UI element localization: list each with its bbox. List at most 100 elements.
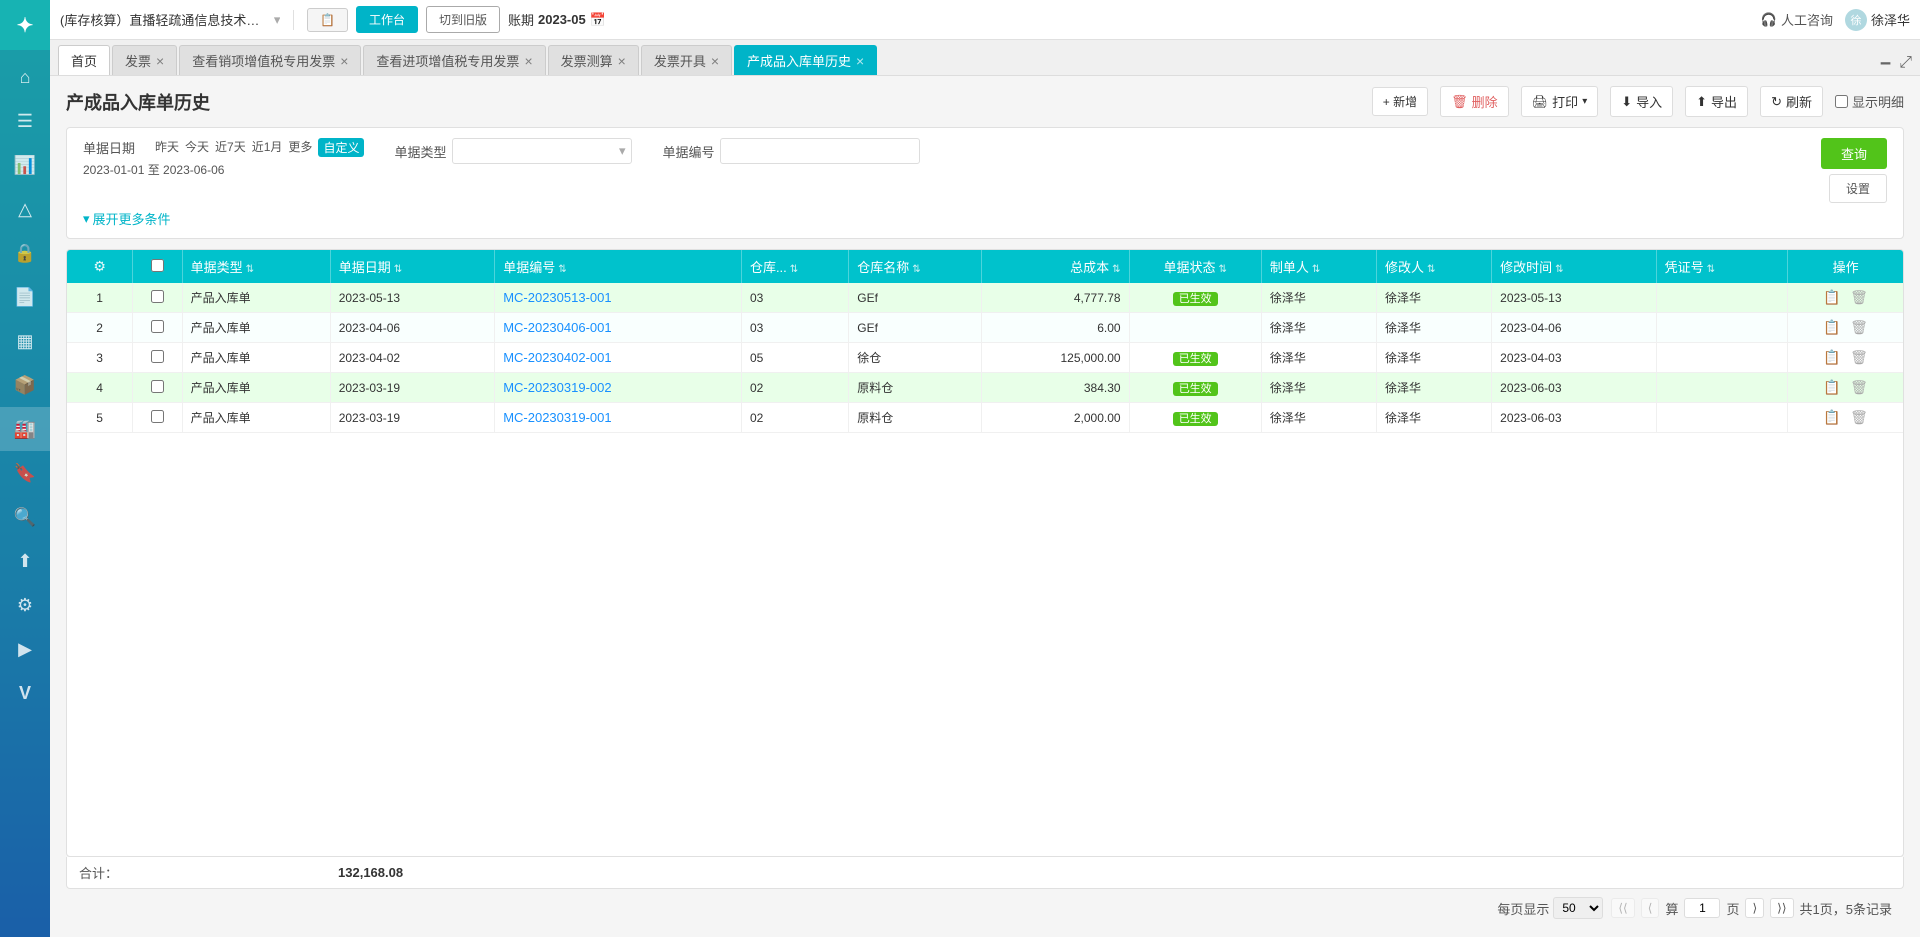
col-header-warehouse-name[interactable]: 仓库名称⇅ [849,250,981,283]
show-detail-checkbox[interactable] [1835,95,1848,108]
cell-doc-no-3[interactable]: MC-20230319-002 [495,373,742,403]
select-all-checkbox[interactable] [151,259,164,272]
sidebar-item-warehouse[interactable]: 📦 [0,363,50,407]
import-btn[interactable]: ⬇ 导入 [1610,86,1673,117]
per-page-select[interactable]: 20 50 100 [1553,897,1603,919]
col-header-status[interactable]: 单据状态⇅ [1129,250,1261,283]
switch-version-btn[interactable]: 切到旧版 [426,6,500,33]
print-btn[interactable]: 🖨 打印 [1521,86,1599,117]
copy-doc-btn[interactable]: 📋 [307,8,348,32]
doc-no-link-2[interactable]: MC-20230402-001 [503,350,611,365]
row-checkbox-2[interactable] [151,350,164,363]
edit-btn-2[interactable]: 📋 [1820,349,1843,365]
cell-check-3[interactable] [133,373,182,403]
tab-maximize-btn[interactable]: ⤢ [1899,55,1912,71]
tab-invoice-close[interactable]: × [156,54,164,68]
tab-view-input-vat[interactable]: 查看进项增值税专用发票 × [363,45,545,75]
sidebar-item-product[interactable]: 🏭 [0,407,50,451]
workspace-btn[interactable]: 工作台 [356,6,418,33]
tab-product-warehouse[interactable]: 产成品入库单历史 × [734,45,877,75]
delete-row-btn-0[interactable]: 🗑 [1847,289,1871,305]
row-checkbox-0[interactable] [151,290,164,303]
cell-doc-no-1[interactable]: MC-20230406-001 [495,313,742,343]
col-header-mod-date[interactable]: 修改时间⇅ [1492,250,1657,283]
tab-minimize-btn[interactable]: 🗕 [1880,55,1891,71]
delete-row-btn-3[interactable]: 🗑 [1847,379,1871,395]
col-header-doc-no[interactable]: 单据编号⇅ [495,250,742,283]
col-header-doc-date[interactable]: 单据日期⇅ [330,250,495,283]
row-checkbox-1[interactable] [151,320,164,333]
shortcut-1month[interactable]: 近1月 [252,138,283,157]
shortcut-7days[interactable]: 近7天 [215,138,246,157]
query-btn[interactable]: 查询 [1821,138,1887,169]
doc-no-input[interactable] [720,138,920,164]
col-header-creator[interactable]: 制单人⇅ [1261,250,1376,283]
cell-doc-no-0[interactable]: MC-20230513-001 [495,283,742,313]
sidebar-item-doc[interactable]: 📄 [0,275,50,319]
col-header-total-cost[interactable]: 总成本⇅ [981,250,1129,283]
cell-check-1[interactable] [133,313,182,343]
tab-view-sales-vat[interactable]: 查看销项增值税专用发票 × [179,45,361,75]
tab-invoice-open[interactable]: 发票开具 × [641,45,732,75]
sidebar-item-upload[interactable]: ⬆ [0,539,50,583]
doc-no-link-3[interactable]: MC-20230319-002 [503,380,611,395]
sidebar-item-chart[interactable]: 📊 [0,143,50,187]
last-page-btn[interactable]: ⟩⟩ [1770,898,1793,918]
prev-page-btn[interactable]: ⟨ [1641,898,1660,918]
col-header-warehouse[interactable]: 仓库...⇅ [741,250,848,283]
tab-invoice-calc-close[interactable]: × [618,54,626,68]
new-btn[interactable]: + 新增 [1372,87,1428,116]
delete-row-btn-2[interactable]: 🗑 [1847,349,1871,365]
edit-btn-4[interactable]: 📋 [1820,409,1843,425]
first-page-btn[interactable]: ⟨⟨ [1611,898,1634,918]
shortcut-custom[interactable]: 自定义 [318,138,364,157]
shortcut-today[interactable]: 今天 [185,138,209,157]
cell-doc-no-2[interactable]: MC-20230402-001 [495,343,742,373]
doc-no-link-0[interactable]: MC-20230513-001 [503,290,611,305]
row-checkbox-3[interactable] [151,380,164,393]
next-page-btn[interactable]: ⟩ [1745,898,1764,918]
table-settings-icon[interactable]: ⚙ [93,258,106,274]
tab-home[interactable]: 首页 [58,45,110,75]
row-checkbox-4[interactable] [151,410,164,423]
sidebar-item-lock[interactable]: 🔒 [0,231,50,275]
cell-doc-no-4[interactable]: MC-20230319-001 [495,403,742,433]
shortcut-yesterday[interactable]: 昨天 [155,138,179,157]
export-btn[interactable]: ⬆ 导出 [1685,86,1748,117]
shortcut-more[interactable]: 更多 [288,138,312,157]
col-header-modifier[interactable]: 修改人⇅ [1376,250,1491,283]
page-input[interactable] [1684,898,1720,918]
sidebar-item-home[interactable]: ⌂ [0,55,50,99]
user-profile[interactable]: 徐 徐泽华 [1845,9,1910,31]
col-header-check[interactable] [133,250,182,283]
tab-invoice[interactable]: 发票 × [112,45,177,75]
sidebar-item-settings[interactable]: ⚙ [0,583,50,627]
col-header-voucher[interactable]: 凭证号⇅ [1656,250,1788,283]
col-header-doc-type[interactable]: 单据类型⇅ [182,250,330,283]
cell-check-2[interactable] [133,343,182,373]
company-selector[interactable]: (库存核算）直播轻疏通信息技术股份... ▾ [60,10,280,29]
settings-btn[interactable]: 设置 [1829,174,1887,203]
sidebar-item-search[interactable]: 🔍 [0,495,50,539]
cell-check-4[interactable] [133,403,182,433]
sidebar-item-warning[interactable]: △ [0,187,50,231]
sidebar-item-stamp[interactable]: 🔖 [0,451,50,495]
doc-no-link-1[interactable]: MC-20230406-001 [503,320,611,335]
col-header-settings[interactable]: ⚙ [67,250,133,283]
delete-row-btn-1[interactable]: 🗑 [1847,319,1871,335]
doc-type-select[interactable]: ▾ [452,138,632,164]
cell-check-0[interactable] [133,283,182,313]
doc-no-link-4[interactable]: MC-20230319-001 [503,410,611,425]
edit-btn-0[interactable]: 📋 [1820,289,1843,305]
edit-btn-1[interactable]: 📋 [1820,319,1843,335]
period-selector[interactable]: 账期 2023-05 📅 [508,10,606,29]
tab-product-warehouse-close[interactable]: × [856,54,864,68]
tab-view-sales-vat-close[interactable]: × [340,54,348,68]
sidebar-item-invoice[interactable]: ☰ [0,99,50,143]
tab-view-input-vat-close[interactable]: × [524,54,532,68]
support-btn[interactable]: 🎧 人工咨询 [1761,10,1833,29]
tab-invoice-calc[interactable]: 发票测算 × [548,45,639,75]
tab-invoice-open-close[interactable]: × [711,54,719,68]
sidebar-item-v[interactable]: V [0,671,50,715]
date-range-display[interactable]: 2023-01-01 至 2023-06-06 [83,161,364,178]
